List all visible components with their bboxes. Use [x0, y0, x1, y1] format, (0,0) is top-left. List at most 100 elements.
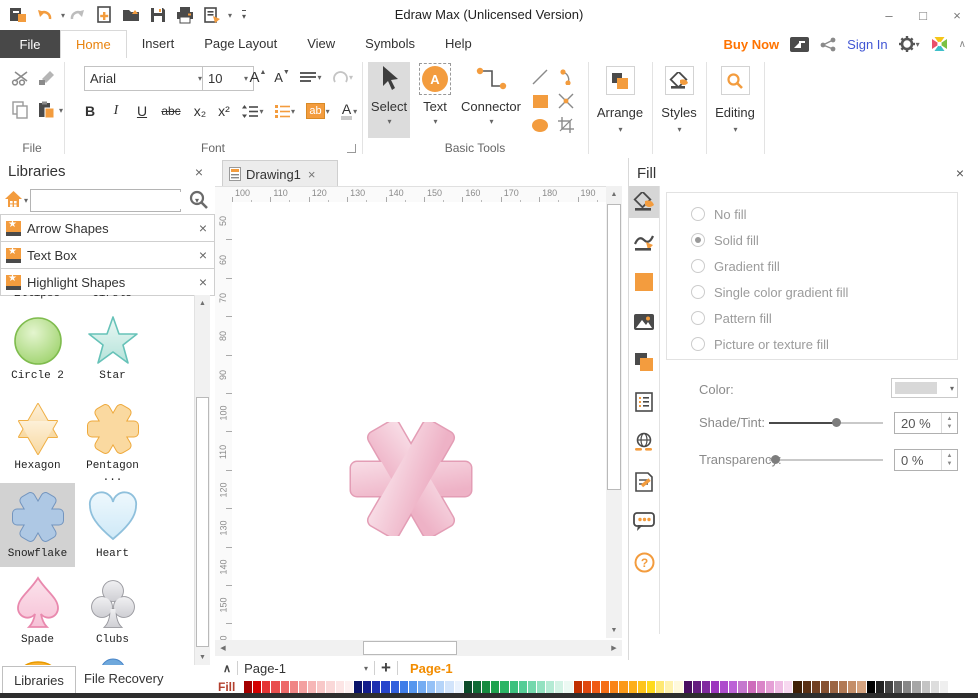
- palette-swatch[interactable]: [298, 680, 308, 694]
- palette-swatch[interactable]: [802, 680, 811, 694]
- palette-swatch[interactable]: [253, 680, 262, 694]
- palette-swatch[interactable]: [244, 680, 253, 694]
- fill-format-icon[interactable]: [629, 186, 659, 218]
- paste-dropdown-icon[interactable]: ▾: [59, 106, 63, 115]
- drawing-canvas[interactable]: [232, 202, 606, 640]
- connection-point-tool-icon[interactable]: [556, 90, 576, 112]
- font-dialog-launcher-icon[interactable]: [347, 144, 356, 153]
- palette-swatch[interactable]: [335, 680, 344, 694]
- collapse-ribbon-icon[interactable]: ∧: [959, 39, 966, 50]
- fill-option-pattern-fill[interactable]: Pattern fill: [667, 305, 957, 331]
- shade-tint-spinner[interactable]: 20 % ▲ ▼: [894, 412, 958, 434]
- palette-swatch[interactable]: [756, 680, 765, 694]
- palette-swatch[interactable]: [949, 680, 958, 694]
- palette-swatch[interactable]: [839, 680, 848, 694]
- spin-up-icon[interactable]: ▲: [947, 453, 953, 459]
- shape-item-snowflake[interactable]: Snowflake: [0, 483, 75, 567]
- tab-file[interactable]: File: [0, 30, 60, 58]
- align-text-button[interactable]: ▾: [298, 66, 324, 88]
- rectangle-tool-icon[interactable]: [530, 90, 550, 112]
- canvas-horizontal-scrollbar[interactable]: ◀ ▶: [215, 640, 622, 656]
- fill-option-single-color-gradient-fill[interactable]: Single color gradient fill: [667, 279, 957, 305]
- cut-icon[interactable]: [8, 67, 32, 89]
- close-button[interactable]: ×: [940, 0, 974, 30]
- library-search-box[interactable]: ▾: [30, 189, 199, 212]
- palette-swatch[interactable]: [500, 680, 509, 694]
- palette-swatch[interactable]: [674, 680, 683, 694]
- present-icon[interactable]: [790, 36, 810, 52]
- add-page-button[interactable]: +: [381, 658, 391, 678]
- tab-libraries[interactable]: Libraries: [2, 666, 76, 694]
- underline-button[interactable]: U: [132, 100, 152, 122]
- palette-swatch[interactable]: [701, 680, 710, 694]
- grow-font-button[interactable]: A ▲: [248, 66, 268, 88]
- italic-button[interactable]: I: [106, 100, 126, 122]
- palette-swatch[interactable]: [830, 680, 839, 694]
- palette-swatch[interactable]: [857, 680, 866, 694]
- fill-option-gradient-fill[interactable]: Gradient fill: [667, 253, 957, 279]
- palette-swatch[interactable]: [591, 680, 601, 694]
- palette-swatch[interactable]: [482, 680, 491, 694]
- line-spacing-button[interactable]: ▾: [240, 100, 266, 122]
- shape-item-pentagon[interactable]: Pentagon ...: [75, 399, 150, 484]
- fill-panel-close-icon[interactable]: ×: [956, 165, 964, 181]
- slider-thumb[interactable]: [832, 418, 841, 427]
- community-icon[interactable]: [931, 36, 948, 52]
- palette-swatch[interactable]: [436, 680, 445, 694]
- palette-swatch[interactable]: [289, 680, 298, 694]
- fill-option-picture-or-texture-fill[interactable]: Picture or texture fill: [667, 331, 957, 357]
- shadow-format-icon[interactable]: [629, 266, 659, 298]
- palette-swatch[interactable]: [710, 680, 720, 694]
- arc-text-button[interactable]: ▾: [330, 66, 356, 88]
- font-size-combobox[interactable]: 10 ▾: [202, 66, 254, 91]
- libraries-close-icon[interactable]: ×: [195, 164, 203, 180]
- palette-swatch[interactable]: [399, 680, 408, 694]
- radio-icon[interactable]: [691, 233, 705, 247]
- palette-swatch[interactable]: [601, 680, 610, 694]
- line-format-icon[interactable]: [629, 226, 659, 258]
- save-button[interactable]: [146, 4, 170, 26]
- scrollbar-thumb[interactable]: [363, 641, 457, 655]
- line-tool-icon[interactable]: [530, 66, 550, 88]
- hyperlink-globe-icon[interactable]: [629, 426, 659, 458]
- library-section-text-box[interactable]: Text Box ×: [0, 241, 215, 269]
- shape-item-partial-1[interactable]: [0, 657, 75, 665]
- picture-format-icon[interactable]: [629, 306, 659, 338]
- fill-option-no-fill[interactable]: No fill: [667, 201, 957, 227]
- palette-swatch[interactable]: [738, 680, 747, 694]
- tab-help[interactable]: Help: [430, 30, 487, 58]
- shade-tint-slider[interactable]: [769, 418, 883, 427]
- page-selector[interactable]: Page-1: [244, 661, 286, 676]
- palette-swatch[interactable]: [793, 680, 802, 694]
- shape-item-spade[interactable]: Spade: [0, 573, 75, 646]
- strikethrough-button[interactable]: abc: [158, 100, 184, 122]
- bold-button[interactable]: B: [80, 100, 100, 122]
- radio-icon[interactable]: [691, 259, 705, 273]
- undo-button[interactable]: [33, 4, 57, 26]
- library-home-icon[interactable]: [4, 190, 23, 208]
- palette-swatch[interactable]: [390, 680, 399, 694]
- radio-icon[interactable]: [691, 311, 705, 325]
- palette-swatch[interactable]: [656, 680, 665, 694]
- shape-item-star[interactable]: Star: [75, 311, 150, 382]
- ellipse-tool-icon[interactable]: [530, 114, 550, 136]
- palette-swatch[interactable]: [939, 680, 949, 694]
- shape-item-partial-2[interactable]: [75, 657, 150, 665]
- shape-item-heart[interactable]: Heart: [75, 483, 150, 567]
- page-setup-icon[interactable]: [629, 386, 659, 418]
- palette-swatch[interactable]: [509, 680, 518, 694]
- home-dropdown-icon[interactable]: ▾: [24, 196, 28, 205]
- section-close-icon[interactable]: ×: [199, 274, 207, 290]
- document-tab[interactable]: Drawing1 ×: [222, 160, 338, 187]
- export-button[interactable]: [200, 4, 224, 26]
- palette-swatch[interactable]: [546, 680, 555, 694]
- copy-icon[interactable]: [8, 99, 32, 121]
- section-close-icon[interactable]: ×: [199, 220, 207, 236]
- spin-down-icon[interactable]: ▼: [947, 461, 953, 467]
- tab-page-layout[interactable]: Page Layout: [189, 30, 292, 58]
- help-icon[interactable]: ?: [629, 546, 659, 578]
- palette-swatch[interactable]: [344, 680, 353, 694]
- palette-swatch[interactable]: [775, 680, 784, 694]
- subscript-button[interactable]: x₂: [190, 100, 210, 122]
- palette-swatch[interactable]: [628, 680, 637, 694]
